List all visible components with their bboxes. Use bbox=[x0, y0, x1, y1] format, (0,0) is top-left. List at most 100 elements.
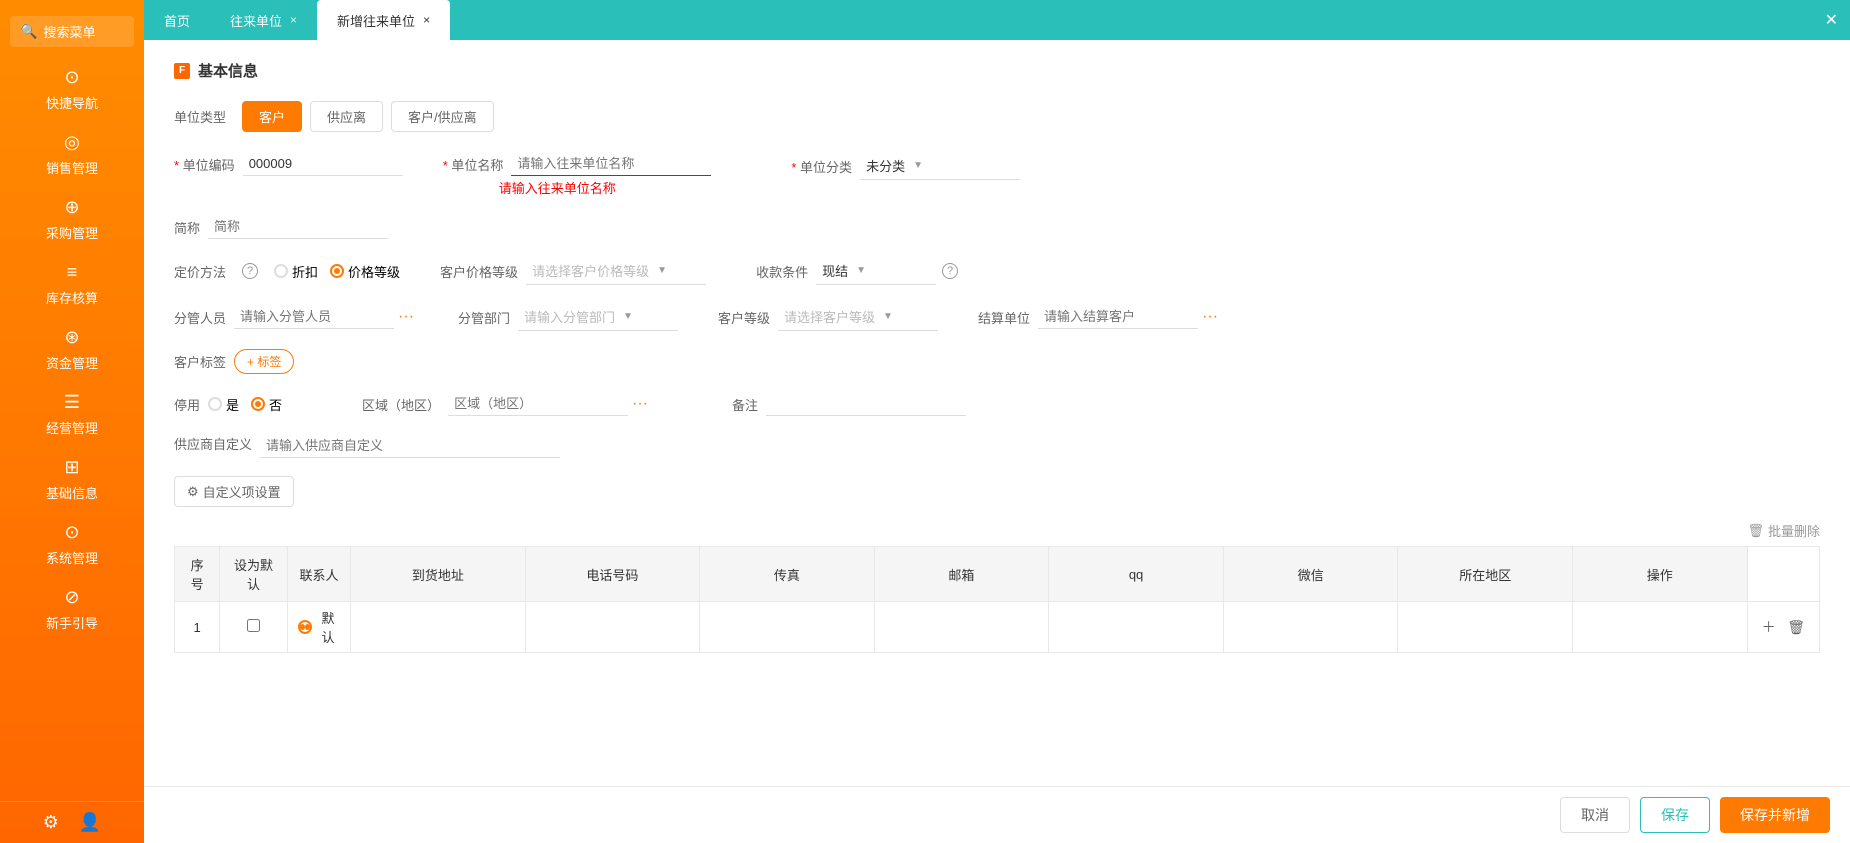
radio-disabled-no[interactable]: 否 bbox=[251, 395, 282, 414]
save-button[interactable]: 保存 bbox=[1640, 797, 1710, 833]
batch-delete-btn[interactable]: 🗑 批量删除 bbox=[174, 521, 1820, 540]
sidebar-item-operations[interactable]: ☰ 经营管理 bbox=[0, 380, 144, 445]
manager-more-btn[interactable]: ··· bbox=[394, 308, 418, 326]
settlement-unit-label: 结算单位 bbox=[978, 308, 1030, 327]
customer-price-level-placeholder: 请选择客户价格等级 bbox=[532, 261, 649, 280]
tab-home[interactable]: 首页 bbox=[144, 0, 210, 40]
custom-settings-btn[interactable]: ⚙ 自定义项设置 bbox=[174, 476, 294, 507]
customer-tag-label: 客户标签 bbox=[174, 352, 226, 371]
row-checkbox[interactable] bbox=[247, 619, 260, 632]
sidebar-item-label: 库存核算 bbox=[46, 288, 98, 307]
user-icon[interactable]: 👤 bbox=[79, 812, 101, 833]
email-input[interactable] bbox=[1059, 620, 1213, 635]
gear-icon: ⚙ bbox=[187, 484, 199, 500]
radio-disabled-yes-label: 是 bbox=[226, 395, 239, 414]
unit-type-both-btn[interactable]: 客户/供应离 bbox=[391, 101, 494, 132]
cell-contact[interactable] bbox=[351, 602, 526, 653]
radio-price-level[interactable]: 价格等级 bbox=[330, 262, 400, 281]
fax-input[interactable] bbox=[885, 620, 1039, 635]
radio-disabled-yes[interactable]: 是 bbox=[208, 395, 239, 414]
sidebar-item-quick-nav[interactable]: ⊙ 快捷导航 bbox=[0, 55, 144, 120]
region-label: 区域（地区） bbox=[362, 395, 440, 414]
sidebar-item-inventory[interactable]: ≡ 库存核算 bbox=[0, 250, 144, 315]
col-wechat: 微信 bbox=[1223, 547, 1398, 602]
customer-level-label: 客户等级 bbox=[718, 308, 770, 327]
cell-default-radio[interactable]: 默认 bbox=[287, 602, 350, 653]
remark-field: 备注 bbox=[732, 392, 966, 416]
phone-input[interactable] bbox=[710, 620, 864, 635]
sidebar-item-system[interactable]: ⊙ 系统管理 bbox=[0, 510, 144, 575]
save-new-button[interactable]: 保存并新增 bbox=[1720, 797, 1830, 833]
default-radio[interactable] bbox=[298, 620, 312, 634]
department-placeholder: 请输入分管部门 bbox=[524, 307, 615, 326]
customer-price-level-select[interactable]: 请选择客户价格等级 ▼ bbox=[526, 257, 706, 285]
col-default: 设为默认 bbox=[220, 547, 288, 602]
unit-code-input[interactable] bbox=[243, 152, 403, 176]
sidebar-item-basics[interactable]: ⊞ 基础信息 bbox=[0, 445, 144, 510]
unit-category-arrow: ▼ bbox=[913, 160, 923, 171]
cell-address[interactable] bbox=[525, 602, 700, 653]
unit-type-label: 单位类型 bbox=[174, 107, 226, 126]
cancel-button[interactable]: 取消 bbox=[1560, 797, 1630, 833]
region-row-input[interactable] bbox=[1583, 620, 1737, 635]
row-delete-btn[interactable]: 🗑 bbox=[1783, 617, 1809, 638]
tag-add-btn[interactable]: + 标签 bbox=[234, 349, 294, 374]
pricing-method-help[interactable]: ? bbox=[242, 263, 258, 279]
settings-icon[interactable]: ⚙ bbox=[43, 812, 59, 833]
cell-email[interactable] bbox=[1049, 602, 1224, 653]
address-input[interactable] bbox=[536, 620, 690, 635]
customer-level-select[interactable]: 请选择客户等级 ▼ bbox=[778, 303, 938, 331]
pricing-radio-group: 折扣 价格等级 bbox=[274, 262, 400, 281]
tab-new-partner-close[interactable]: × bbox=[423, 13, 430, 27]
unit-category-select[interactable]: 未分类 ▼ bbox=[860, 152, 1020, 180]
row-add-btn[interactable]: ＋ bbox=[1758, 615, 1780, 639]
payment-terms-field: 收款条件 现结 ▼ ? bbox=[756, 257, 958, 285]
cell-wechat[interactable] bbox=[1398, 602, 1573, 653]
sidebar-item-purchase[interactable]: ⊕ 采购管理 bbox=[0, 185, 144, 250]
cell-default-checkbox[interactable] bbox=[220, 602, 288, 653]
unit-category-label: 单位分类 bbox=[791, 157, 852, 176]
cell-fax[interactable] bbox=[874, 602, 1049, 653]
payment-terms-select[interactable]: 现结 ▼ bbox=[816, 257, 936, 285]
remark-input[interactable] bbox=[766, 392, 966, 416]
unit-type-customer-btn[interactable]: 客户 bbox=[242, 101, 302, 132]
unit-name-field-group: 单位名称 请输入往来单位名称 bbox=[443, 152, 712, 197]
short-name-input[interactable] bbox=[208, 215, 388, 239]
unit-code-label: 单位编码 bbox=[174, 155, 235, 174]
payment-terms-help[interactable]: ? bbox=[942, 263, 958, 279]
unit-name-error: 请输入往来单位名称 bbox=[499, 178, 712, 197]
cell-region-val[interactable] bbox=[1573, 602, 1748, 653]
cell-phone[interactable] bbox=[700, 602, 875, 653]
cell-seq: 1 bbox=[175, 602, 220, 653]
sidebar-item-beginner[interactable]: ⊘ 新手引导 bbox=[0, 575, 144, 640]
settlement-unit-more-btn[interactable]: ··· bbox=[1198, 308, 1222, 326]
contact-input[interactable] bbox=[361, 620, 515, 635]
tab-new-partner[interactable]: 新增往来单位 × bbox=[317, 0, 450, 40]
region-input[interactable] bbox=[448, 392, 628, 416]
radio-disabled-yes-circle bbox=[208, 397, 222, 411]
col-contact: 联系人 bbox=[287, 547, 350, 602]
department-select[interactable]: 请输入分管部门 ▼ bbox=[518, 303, 678, 331]
sidebar-item-sales[interactable]: ◎ 销售管理 bbox=[0, 120, 144, 185]
tab-partners[interactable]: 往来单位 × bbox=[210, 0, 317, 40]
tab-bar-close-icon[interactable]: ✕ bbox=[1825, 10, 1838, 30]
sidebar-item-finance[interactable]: ⊛ 资金管理 bbox=[0, 315, 144, 380]
settlement-unit-input[interactable] bbox=[1038, 305, 1198, 329]
radio-discount[interactable]: 折扣 bbox=[274, 262, 318, 281]
customer-level-field: 客户等级 请选择客户等级 ▼ bbox=[718, 303, 938, 331]
unit-type-supplier-btn[interactable]: 供应离 bbox=[310, 101, 383, 132]
search-icon: 🔍 bbox=[20, 23, 37, 40]
tab-partners-close[interactable]: × bbox=[290, 13, 297, 27]
contact-table: 序号 设为默认 联系人 到货地址 电话号码 传真 邮箱 qq 微信 所在地区 操… bbox=[174, 546, 1820, 653]
payment-terms-label: 收款条件 bbox=[756, 262, 808, 281]
sidebar-search[interactable]: 🔍 搜索菜单 bbox=[10, 16, 134, 47]
supplier-custom-input[interactable] bbox=[260, 434, 560, 458]
manager-input[interactable] bbox=[234, 305, 394, 329]
department-label: 分管部门 bbox=[458, 308, 510, 327]
col-action: 操作 bbox=[1573, 547, 1748, 602]
region-more-btn[interactable]: ··· bbox=[628, 395, 652, 413]
unit-name-input[interactable] bbox=[511, 152, 711, 176]
wechat-input[interactable] bbox=[1408, 620, 1562, 635]
cell-qq[interactable] bbox=[1223, 602, 1398, 653]
qq-input[interactable] bbox=[1234, 620, 1388, 635]
